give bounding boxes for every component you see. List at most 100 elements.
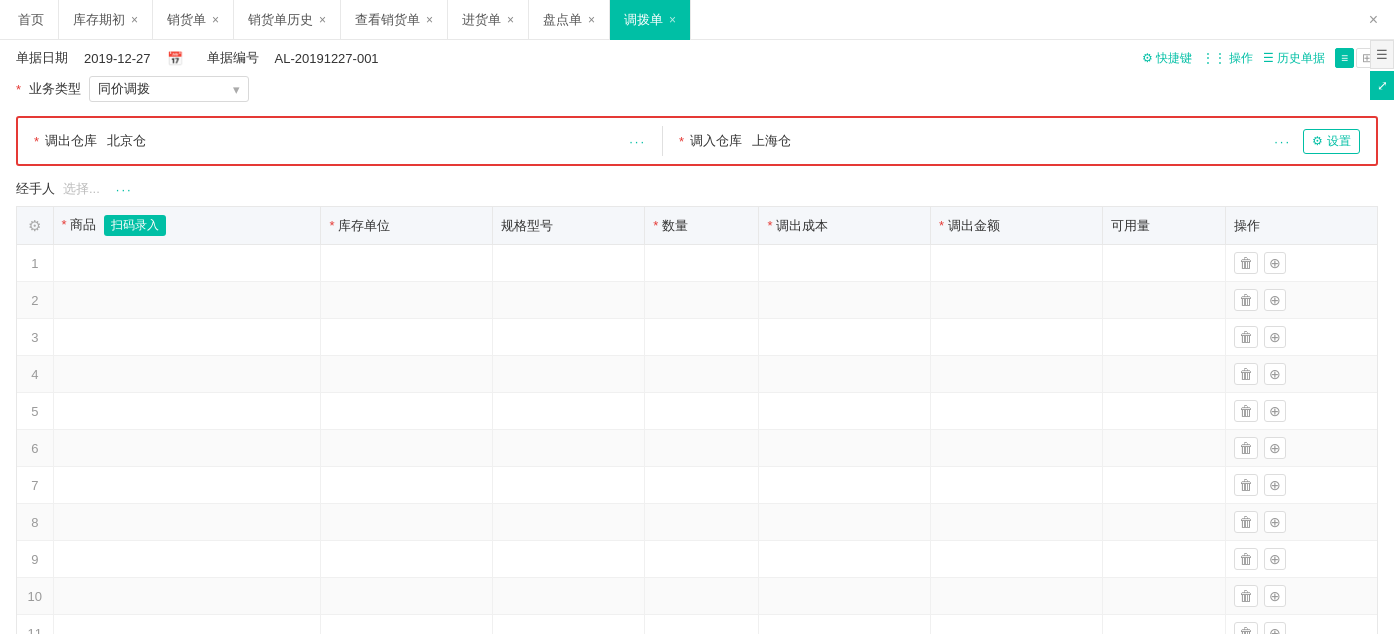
tab-close-view-sales[interactable]: × bbox=[426, 13, 433, 27]
row-copy-icon[interactable]: ⊕ bbox=[1264, 622, 1286, 634]
row-unit-cell bbox=[321, 319, 493, 356]
row-qty-cell[interactable] bbox=[645, 393, 759, 430]
row-product-cell[interactable] bbox=[53, 356, 321, 393]
row-copy-icon[interactable]: ⊕ bbox=[1264, 252, 1286, 274]
row-cost-cell[interactable] bbox=[759, 467, 931, 504]
table-row: 1 🗑 ⊕ bbox=[17, 245, 1377, 282]
row-product-cell[interactable] bbox=[53, 578, 321, 615]
row-product-cell[interactable] bbox=[53, 393, 321, 430]
row-num-cell: 5 bbox=[17, 393, 53, 430]
warehouse-out-more[interactable]: ··· bbox=[629, 134, 646, 149]
row-product-cell[interactable] bbox=[53, 541, 321, 578]
row-copy-icon[interactable]: ⊕ bbox=[1264, 437, 1286, 459]
row-cost-cell[interactable] bbox=[759, 356, 931, 393]
tab-close-inventory-check[interactable]: × bbox=[588, 13, 595, 27]
calendar-icon[interactable]: 📅 bbox=[167, 51, 183, 66]
row-qty-cell[interactable] bbox=[645, 541, 759, 578]
tab-close-transfer-order[interactable]: × bbox=[669, 13, 676, 27]
row-qty-cell[interactable] bbox=[645, 578, 759, 615]
operation-button[interactable]: ⋮⋮ 操作 bbox=[1202, 50, 1253, 67]
tab-close-all-button[interactable]: × bbox=[1361, 11, 1386, 29]
subtotal-action-cell: 🗑 ⊕ bbox=[1226, 615, 1377, 635]
row-product-cell[interactable] bbox=[53, 504, 321, 541]
row-delete-icon[interactable]: 🗑 bbox=[1234, 326, 1258, 348]
row-cost-cell[interactable] bbox=[759, 541, 931, 578]
tab-sales-history[interactable]: 销货单历史 × bbox=[234, 0, 341, 40]
row-copy-icon[interactable]: ⊕ bbox=[1264, 289, 1286, 311]
row-product-cell[interactable] bbox=[53, 319, 321, 356]
row-copy-icon[interactable]: ⊕ bbox=[1264, 474, 1286, 496]
row-qty-cell[interactable] bbox=[645, 356, 759, 393]
business-type-select[interactable]: 同价调拨 ▾ bbox=[89, 76, 249, 102]
sidebar-list-icon[interactable]: ☰ bbox=[1370, 40, 1394, 69]
row-delete-icon[interactable]: 🗑 bbox=[1234, 548, 1258, 570]
row-cost-cell[interactable] bbox=[759, 504, 931, 541]
row-delete-icon[interactable]: 🗑 bbox=[1234, 363, 1258, 385]
list-view-button[interactable]: ≡ bbox=[1335, 48, 1354, 68]
tab-transfer-order[interactable]: 调拨单 × bbox=[610, 0, 691, 40]
row-qty-cell[interactable] bbox=[645, 319, 759, 356]
row-cost-cell[interactable] bbox=[759, 282, 931, 319]
tab-close-inventory-init[interactable]: × bbox=[131, 13, 138, 27]
row-delete-icon[interactable]: 🗑 bbox=[1234, 474, 1258, 496]
row-cost-cell[interactable] bbox=[759, 430, 931, 467]
tab-inventory-init[interactable]: 库存期初 × bbox=[59, 0, 153, 40]
tab-home[interactable]: 首页 bbox=[8, 0, 59, 40]
tab-close-sales-history[interactable]: × bbox=[319, 13, 326, 27]
shortcut-button[interactable]: ⚙ 快捷键 bbox=[1142, 50, 1192, 67]
row-cost-cell[interactable] bbox=[759, 319, 931, 356]
history-button[interactable]: ☰ 历史单据 bbox=[1263, 50, 1325, 67]
row-copy-icon[interactable]: ⊕ bbox=[1264, 400, 1286, 422]
warehouse-divider bbox=[662, 126, 663, 156]
table-row: 11 🗑 ⊕ bbox=[17, 615, 1377, 635]
tab-close-purchase-order[interactable]: × bbox=[507, 13, 514, 27]
row-product-cell[interactable] bbox=[53, 467, 321, 504]
row-qty-cell[interactable] bbox=[645, 504, 759, 541]
row-delete-icon[interactable]: 🗑 bbox=[1234, 400, 1258, 422]
row-copy-icon[interactable]: ⊕ bbox=[1264, 326, 1286, 348]
scan-button[interactable]: 扫码录入 bbox=[104, 215, 166, 236]
row-copy-icon[interactable]: ⊕ bbox=[1264, 363, 1286, 385]
tab-close-sales-order[interactable]: × bbox=[212, 13, 219, 27]
row-product-cell[interactable] bbox=[53, 282, 321, 319]
tab-purchase-order[interactable]: 进货单 × bbox=[448, 0, 529, 40]
table-gear-icon[interactable]: ⚙ bbox=[28, 217, 41, 234]
row-amount-cell bbox=[930, 245, 1102, 282]
business-type-row: * 业务类型 同价调拨 ▾ bbox=[0, 68, 1394, 106]
row-product-cell[interactable] bbox=[53, 430, 321, 467]
row-cost-cell[interactable] bbox=[759, 393, 931, 430]
row-delete-icon[interactable]: 🗑 bbox=[1234, 585, 1258, 607]
handler-input[interactable]: 选择... bbox=[63, 180, 100, 198]
row-product-cell[interactable] bbox=[53, 245, 321, 282]
row-copy-icon[interactable]: ⊕ bbox=[1264, 585, 1286, 607]
row-unit-cell bbox=[321, 282, 493, 319]
warehouse-in-value: 上海仓 bbox=[752, 132, 791, 150]
col-settings[interactable]: ⚙ bbox=[17, 207, 53, 245]
handler-more[interactable]: ··· bbox=[116, 182, 133, 197]
tab-inventory-check[interactable]: 盘点单 × bbox=[529, 0, 610, 40]
row-qty-cell[interactable] bbox=[645, 467, 759, 504]
row-spec-cell bbox=[492, 467, 644, 504]
row-copy-icon[interactable]: ⊕ bbox=[1264, 511, 1286, 533]
row-delete-icon[interactable]: 🗑 bbox=[1234, 437, 1258, 459]
row-action-cell: 🗑 ⊕ bbox=[1226, 578, 1377, 615]
row-cost-cell[interactable] bbox=[759, 245, 931, 282]
tab-view-sales[interactable]: 查看销货单 × bbox=[341, 0, 448, 40]
row-delete-icon[interactable]: 🗑 bbox=[1234, 622, 1258, 634]
row-delete-icon[interactable]: 🗑 bbox=[1234, 511, 1258, 533]
transfer-table: ⚙ * 商品 扫码录入 * 库存单位 规格型号 * bbox=[16, 206, 1378, 634]
row-qty-cell[interactable] bbox=[645, 245, 759, 282]
row-delete-icon[interactable]: 🗑 bbox=[1234, 289, 1258, 311]
sidebar-expand-icon[interactable]: ⤢ bbox=[1370, 71, 1394, 100]
row-qty-cell[interactable] bbox=[645, 282, 759, 319]
row-cost-cell[interactable] bbox=[759, 578, 931, 615]
row-copy-icon[interactable]: ⊕ bbox=[1264, 548, 1286, 570]
row-avail-cell bbox=[1102, 245, 1226, 282]
row-spec-cell bbox=[492, 430, 644, 467]
row-spec-cell bbox=[492, 319, 644, 356]
warehouse-in-more[interactable]: ··· bbox=[1274, 134, 1291, 149]
row-qty-cell[interactable] bbox=[645, 430, 759, 467]
row-delete-icon[interactable]: 🗑 bbox=[1234, 252, 1258, 274]
tab-sales-order[interactable]: 销货单 × bbox=[153, 0, 234, 40]
setting-button[interactable]: ⚙ 设置 bbox=[1303, 129, 1360, 154]
